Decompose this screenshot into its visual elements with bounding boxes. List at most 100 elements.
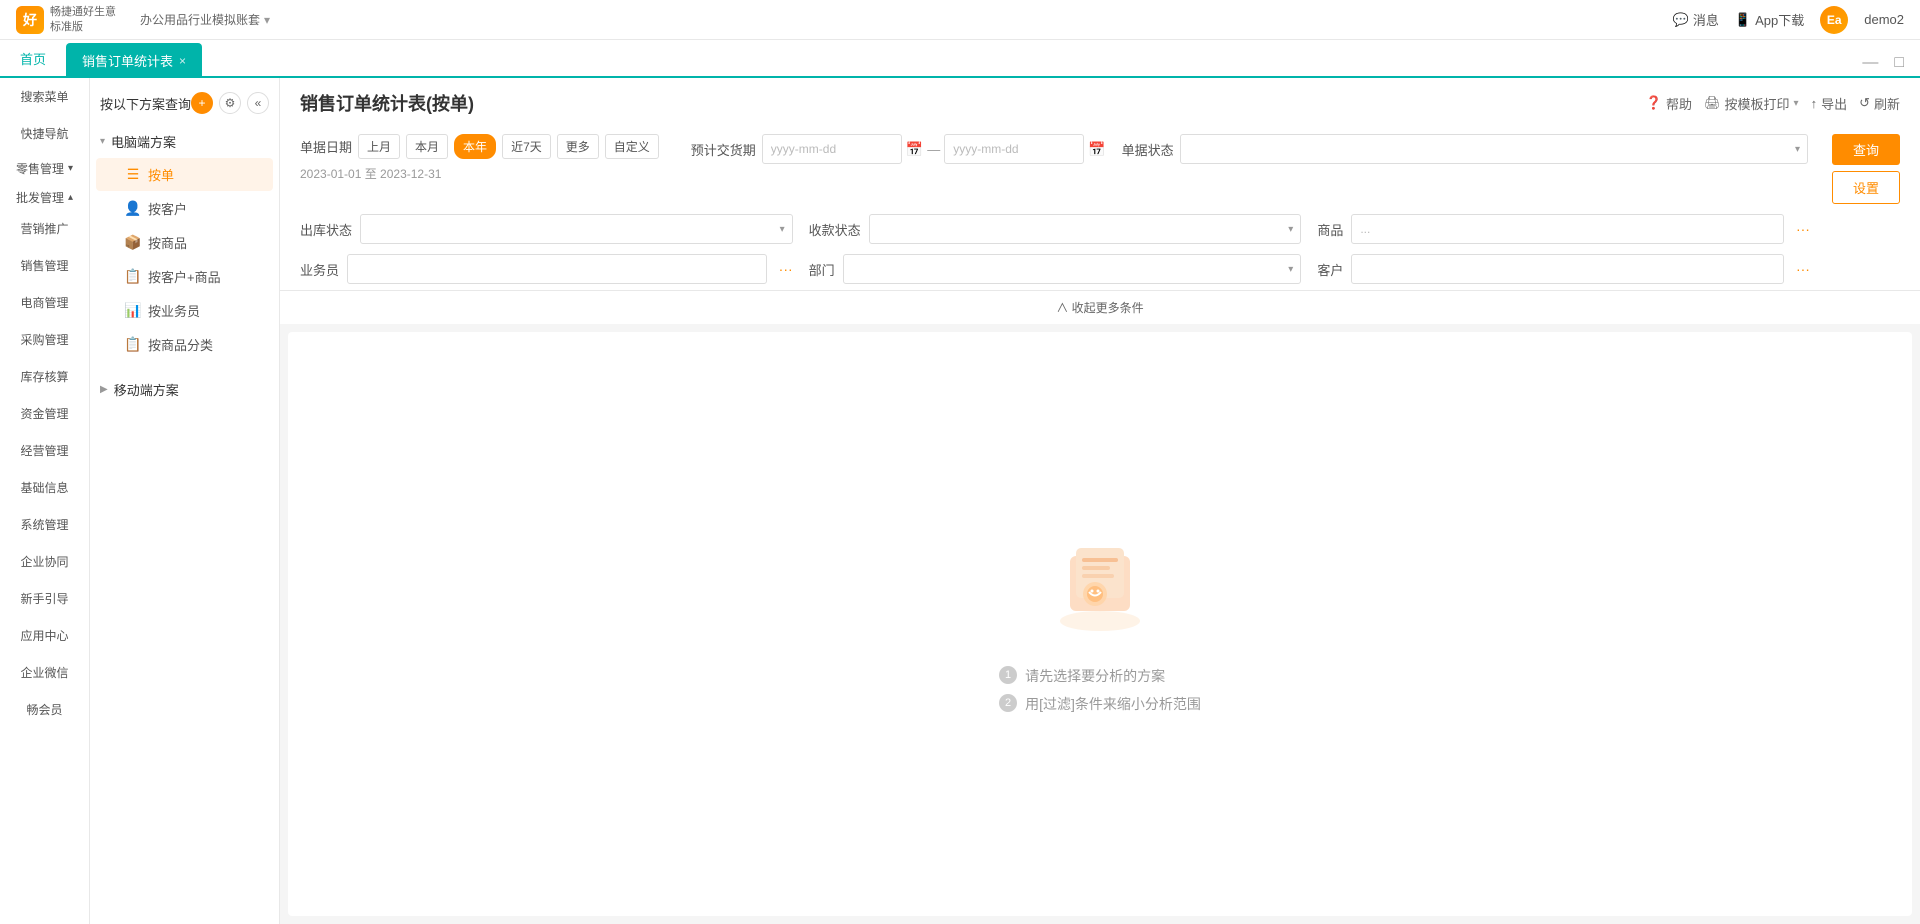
goods-more-icon[interactable]: ··· (1796, 221, 1810, 237)
sidebar-item-marketing[interactable]: 营销推广 (0, 210, 89, 247)
report-title-row: 销售订单统计表(按单) ❓ 帮助 🖨 按模板打印 ▾ ↑ (300, 90, 1900, 116)
collapse-scheme-button[interactable]: « (247, 92, 269, 114)
empty-hint-1: 1 请先选择要分析的方案 (999, 666, 1201, 686)
sidebar-item-inventory[interactable]: 库存核算 (0, 358, 89, 395)
collapse-bar[interactable]: ∧ 收起更多条件 (280, 290, 1920, 324)
customer-scheme-icon: 👤 (124, 200, 142, 218)
goods-input[interactable] (1351, 214, 1784, 244)
customer-input[interactable] (1351, 254, 1784, 284)
scheme-panel-actions: + ⚙ « (191, 92, 269, 114)
app-download-button[interactable]: 📱 App下载 (1735, 10, 1804, 29)
settings-button[interactable]: 设置 (1832, 171, 1900, 204)
empty-hint-2: 2 用[过滤]条件来缩小分析范围 (999, 694, 1201, 714)
date-btn-this-year[interactable]: 本年 (454, 134, 496, 159)
sidebar-item-purchase[interactable]: 采购管理 (0, 321, 89, 358)
filter-row-1: 单据日期 上月 本月 本年 近7天 更多 自定义 2023-01-01 至 20… (300, 134, 1900, 204)
delivery-status-select[interactable] (360, 214, 793, 244)
filter-row-3: 业务员 ··· 部门 ▾ 客户 ··· (300, 254, 1900, 284)
tab-active[interactable]: 销售订单统计表 × (66, 43, 202, 78)
tab-bar-actions: — □ (1846, 50, 1920, 76)
mobile-icon: 📱 (1735, 12, 1751, 28)
sidebar-item-wechat[interactable]: 企业微信 (0, 654, 89, 691)
scheme-item-by-order[interactable]: ☰ 按单 (96, 158, 273, 191)
template-print-button[interactable]: 🖨 按模板打印 ▾ (1704, 94, 1799, 113)
goods-cell: 商品 ··· (1317, 214, 1810, 244)
salesperson-scheme-icon: 📊 (124, 302, 142, 320)
sidebar-item-sales[interactable]: 销售管理 (0, 247, 89, 284)
calendar-end-icon[interactable]: 📅 (1088, 141, 1105, 158)
calendar-start-icon[interactable]: 📅 (906, 141, 923, 158)
customer-cell: 客户 ··· (1317, 254, 1810, 284)
date-btn-custom[interactable]: 自定义 (605, 134, 659, 159)
date-btn-this-month[interactable]: 本月 (406, 134, 448, 159)
delivery-select-wrapper: ▾ (360, 214, 793, 244)
date-range-display: 2023-01-01 至 2023-12-31 (300, 165, 659, 182)
date-btn-last-month[interactable]: 上月 (358, 134, 400, 159)
logo-area: 好 畅捷通好生意 标准版 (16, 5, 116, 34)
breadcrumb-arrow-icon[interactable]: ▾ (264, 13, 270, 27)
sidebar-item-system[interactable]: 系统管理 (0, 506, 89, 543)
sidebar-item-management[interactable]: 经营管理 (0, 432, 89, 469)
tab-home[interactable]: 首页 (0, 41, 66, 78)
mobile-scheme-category[interactable]: ▶ 移动端方案 (90, 374, 279, 405)
expected-date-start-input[interactable] (762, 134, 902, 164)
expected-date-group: 预计交货期 📅 — 📅 (691, 134, 1106, 164)
empty-state-illustration (1040, 526, 1160, 646)
payment-status-label: 收款状态 (809, 220, 861, 239)
department-select[interactable] (843, 254, 1302, 284)
sidebar-item-ecommerce[interactable]: 电商管理 (0, 284, 89, 321)
date-btn-more[interactable]: 更多 (557, 134, 599, 159)
scheme-item-by-customer[interactable]: 👤 按客户 (96, 192, 273, 225)
main-layout: 搜索菜单 快捷导航 零售管理 批发管理 营销推广 销售管理 电商管理 采购管理 … (0, 78, 1920, 924)
sidebar-item-search-menu[interactable]: 搜索菜单 (0, 78, 89, 115)
filter-row-2: 出库状态 ▾ 收款状态 ▾ 商品 (300, 214, 1900, 244)
expected-date-label: 预计交货期 (691, 140, 756, 159)
breadcrumb: 办公用品行业模拟账套 ▾ (140, 11, 270, 28)
sidebar-item-enterprise[interactable]: 企业协同 (0, 543, 89, 580)
pc-scheme-category[interactable]: ▾ 电脑端方案 (90, 126, 279, 157)
maximize-icon[interactable]: □ (1890, 50, 1908, 76)
sidebar-item-appstore[interactable]: 应用中心 (0, 617, 89, 654)
query-button[interactable]: 查询 (1832, 134, 1900, 165)
username-label[interactable]: demo2 (1864, 12, 1904, 27)
settings-scheme-button[interactable]: ⚙ (219, 92, 241, 114)
salesperson-input[interactable] (347, 254, 767, 284)
top-bar-right: 💬 消息 📱 App下载 Ea demo2 (1673, 6, 1904, 34)
add-scheme-button[interactable]: + (191, 92, 213, 114)
sidebar-item-retail[interactable]: 零售管理 (0, 152, 89, 181)
help-icon: ❓ (1646, 95, 1662, 111)
salesperson-more-icon[interactable]: ··· (779, 261, 793, 277)
refresh-button[interactable]: ↺ 刷新 (1859, 94, 1900, 113)
status-select[interactable] (1180, 134, 1808, 164)
empty-svg (1040, 526, 1160, 646)
export-button[interactable]: ↑ 导出 (1811, 94, 1848, 113)
sidebar-item-quick-nav[interactable]: 快捷导航 (0, 115, 89, 152)
sidebar-item-newuser[interactable]: 新手引导 (0, 580, 89, 617)
scheme-item-by-salesperson[interactable]: 📊 按业务员 (96, 294, 273, 327)
date-input-group: 📅 — 📅 (762, 134, 1106, 164)
avatar[interactable]: Ea (1820, 6, 1848, 34)
query-buttons: 查询 设置 (1824, 134, 1900, 204)
sidebar-item-finance[interactable]: 资金管理 (0, 395, 89, 432)
sidebar-item-member[interactable]: 畅会员 (0, 691, 89, 728)
sidebar-item-basic-info[interactable]: 基础信息 (0, 469, 89, 506)
mobile-scheme-arrow-icon: ▶ (100, 384, 108, 395)
scheme-item-by-goods[interactable]: 📦 按商品 (96, 226, 273, 259)
help-button[interactable]: ❓ 帮助 (1646, 94, 1692, 113)
tab-close-icon[interactable]: × (179, 54, 186, 68)
hint-num-2: 2 (999, 694, 1017, 712)
hint-text-1: 请先选择要分析的方案 (1025, 666, 1165, 686)
minimize-icon[interactable]: — (1858, 50, 1882, 76)
payment-status-select[interactable] (869, 214, 1302, 244)
scheme-item-by-customer-goods[interactable]: 📋 按客户+商品 (96, 260, 273, 293)
message-button[interactable]: 💬 消息 (1673, 10, 1719, 29)
status-label: 单据状态 (1122, 140, 1174, 159)
expected-date-end-input[interactable] (944, 134, 1084, 164)
sidebar: 搜索菜单 快捷导航 零售管理 批发管理 营销推广 销售管理 电商管理 采购管理 … (0, 78, 90, 924)
date-btn-7days[interactable]: 近7天 (502, 134, 551, 159)
customer-more-icon[interactable]: ··· (1796, 261, 1810, 277)
scheme-item-by-category[interactable]: 📋 按商品分类 (96, 328, 273, 361)
top-bar-left: 好 畅捷通好生意 标准版 办公用品行业模拟账套 ▾ (16, 5, 270, 34)
sidebar-item-wholesale[interactable]: 批发管理 (0, 181, 89, 210)
department-select-wrapper: ▾ (843, 254, 1302, 284)
